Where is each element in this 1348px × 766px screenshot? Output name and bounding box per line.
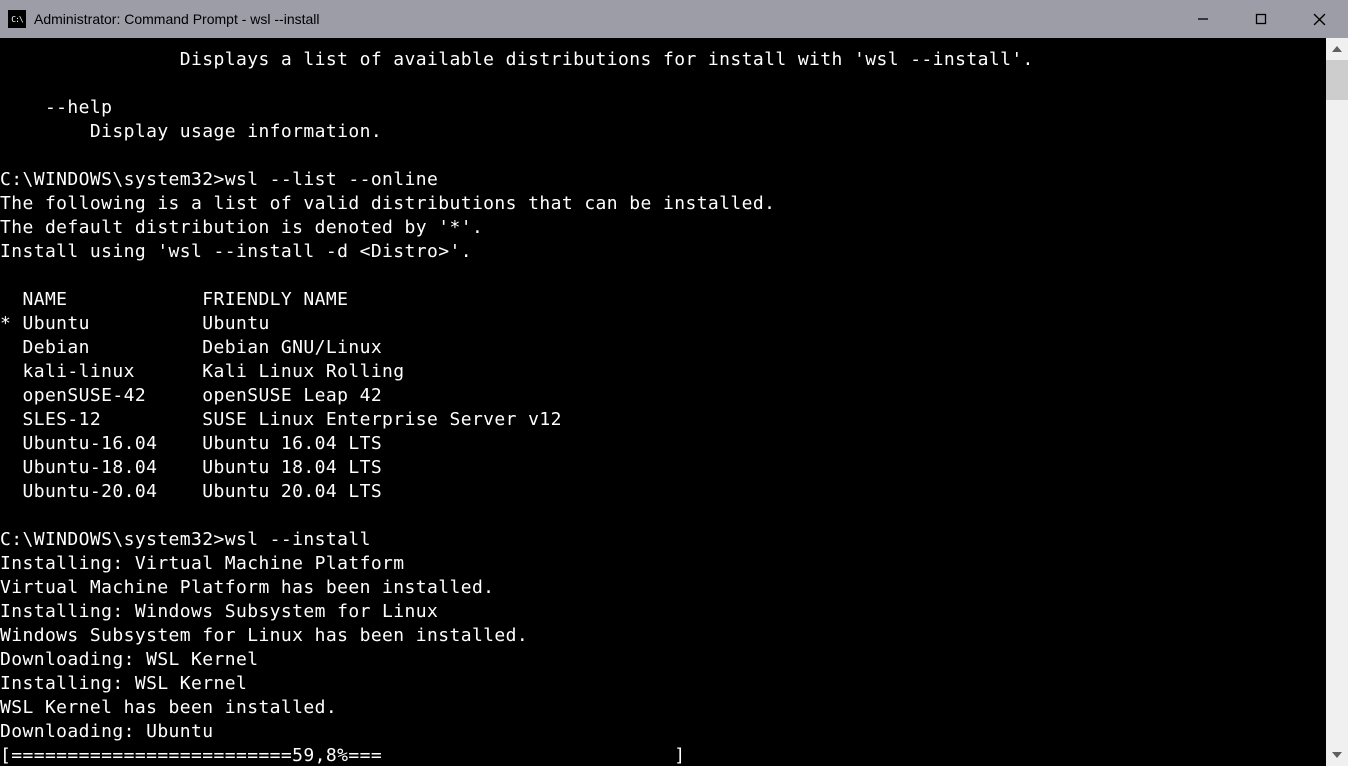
- vertical-scrollbar[interactable]: [1326, 38, 1348, 766]
- window-title: Administrator: Command Prompt - wsl --in…: [34, 11, 320, 27]
- scroll-up-arrow-icon[interactable]: [1326, 38, 1348, 60]
- scroll-thumb[interactable]: [1326, 60, 1348, 100]
- cmd-icon-text: C:\: [11, 15, 22, 24]
- cmd-icon: C:\: [8, 10, 26, 28]
- maximize-button[interactable]: [1232, 0, 1290, 38]
- minimize-button[interactable]: [1174, 0, 1232, 38]
- window-titlebar: C:\ Administrator: Command Prompt - wsl …: [0, 0, 1348, 38]
- scroll-down-arrow-icon[interactable]: [1326, 744, 1348, 766]
- close-button[interactable]: [1290, 0, 1348, 38]
- terminal-container: Displays a list of available distributio…: [0, 38, 1348, 766]
- terminal-output[interactable]: Displays a list of available distributio…: [0, 38, 1326, 766]
- window-controls: [1174, 0, 1348, 38]
